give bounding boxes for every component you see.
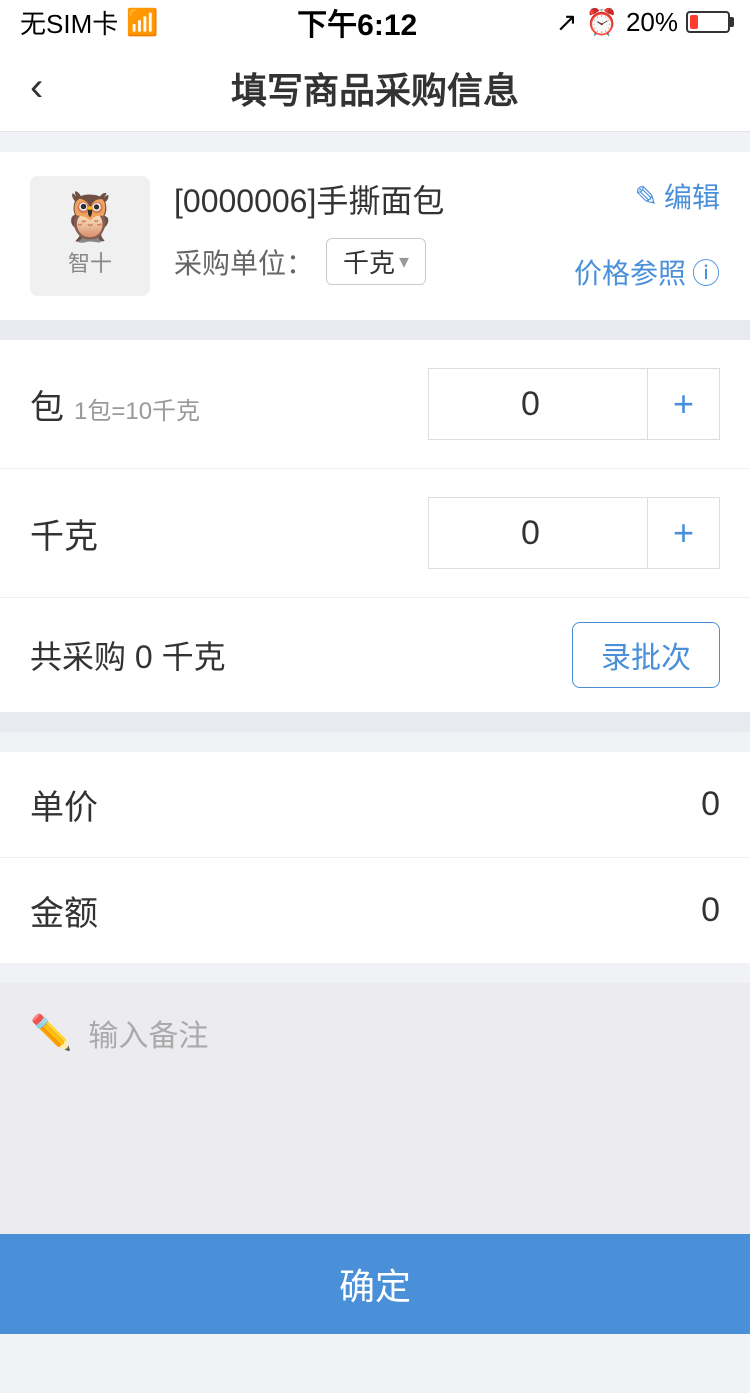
section-divider-1 [0, 320, 750, 340]
confirm-button-label: 确定 [339, 1258, 411, 1310]
quantity-label-kg: 千克 [30, 509, 428, 558]
page-title: 填写商品采购信息 [231, 62, 519, 114]
price-label-amount: 金额 [30, 886, 98, 935]
unit-arrow-icon: ▾ [399, 249, 409, 274]
price-ref-button[interactable]: 价格参照 ⓘ [574, 252, 720, 292]
unit-label: 采购单位： [174, 242, 314, 282]
edit-icon: ✎ [635, 180, 658, 213]
battery-icon [686, 11, 730, 33]
product-brand: 智十 [68, 246, 112, 278]
total-row: 共采购 0 千克 录批次 [0, 598, 750, 712]
quantity-plus-kg[interactable]: + [648, 497, 720, 569]
product-card: 🦉 智十 [0000006]手撕面包 采购单位： 千克 ▾ ✎ 编辑 价格参照 … [0, 152, 750, 320]
status-left: 无SIM卡 📶 [20, 4, 159, 41]
carrier-text: 无SIM卡 [20, 4, 118, 41]
status-time: 下午6:12 [297, 0, 417, 44]
quantity-plus-bag[interactable]: + [648, 368, 720, 440]
edit-button[interactable]: ✎ 编辑 [635, 176, 720, 216]
alarm-icon: ⏰ [586, 7, 618, 38]
section-divider-2 [0, 712, 750, 732]
quantity-label-bag: 包 1包=10千克 [30, 380, 428, 429]
quantity-input-group-bag: + [428, 368, 720, 440]
status-right: ↗ ⏰ 20% [556, 7, 730, 38]
quantity-input-kg[interactable] [428, 497, 648, 569]
price-value-amount: 0 [701, 891, 720, 930]
edit-label: 编辑 [664, 176, 720, 216]
quantity-unit-bag: 包 [30, 380, 64, 429]
quantity-section: 包 1包=10千克 + 千克 + 共采购 0 千克 录批次 [0, 340, 750, 712]
price-ref-label: 价格参照 [574, 252, 686, 292]
quantity-unit-kg: 千克 [30, 509, 98, 558]
status-bar: 无SIM卡 📶 下午6:12 ↗ ⏰ 20% [0, 0, 750, 44]
batch-button[interactable]: 录批次 [572, 622, 720, 688]
quantity-row-bag: 包 1包=10千克 + [0, 340, 750, 469]
location-icon: ↗ [556, 7, 578, 38]
price-section: 单价 0 金额 0 [0, 752, 750, 963]
price-row-amount: 金额 0 [0, 858, 750, 963]
wifi-icon: 📶 [126, 7, 158, 38]
product-owl-icon: 🦉 [60, 194, 120, 242]
price-label-unit: 单价 [30, 780, 98, 829]
quantity-row-kg: 千克 + [0, 469, 750, 598]
back-button[interactable]: ‹ [30, 65, 43, 110]
confirm-button[interactable]: 确定 [0, 1234, 750, 1334]
battery-percent: 20% [626, 7, 678, 38]
price-ref-info-icon: ⓘ [692, 252, 720, 292]
quantity-sub-bag: 1包=10千克 [74, 391, 200, 426]
remark-placeholder-text: 输入备注 [88, 1011, 208, 1055]
quantity-input-bag[interactable] [428, 368, 648, 440]
quantity-input-group-kg: + [428, 497, 720, 569]
price-value-unit: 0 [701, 785, 720, 824]
remark-pencil-icon: ✏️ [30, 1013, 72, 1053]
product-image: 🦉 智十 [30, 176, 150, 296]
total-text: 共采购 0 千克 [30, 639, 226, 675]
unit-value: 千克 [343, 243, 395, 280]
remark-placeholder: ✏️ 输入备注 [30, 1011, 720, 1055]
total-label: 共采购 0 千克 [30, 632, 226, 678]
nav-bar: ‹ 填写商品采购信息 [0, 44, 750, 132]
price-row-unit: 单价 0 [0, 752, 750, 858]
unit-select[interactable]: 千克 ▾ [326, 238, 426, 285]
